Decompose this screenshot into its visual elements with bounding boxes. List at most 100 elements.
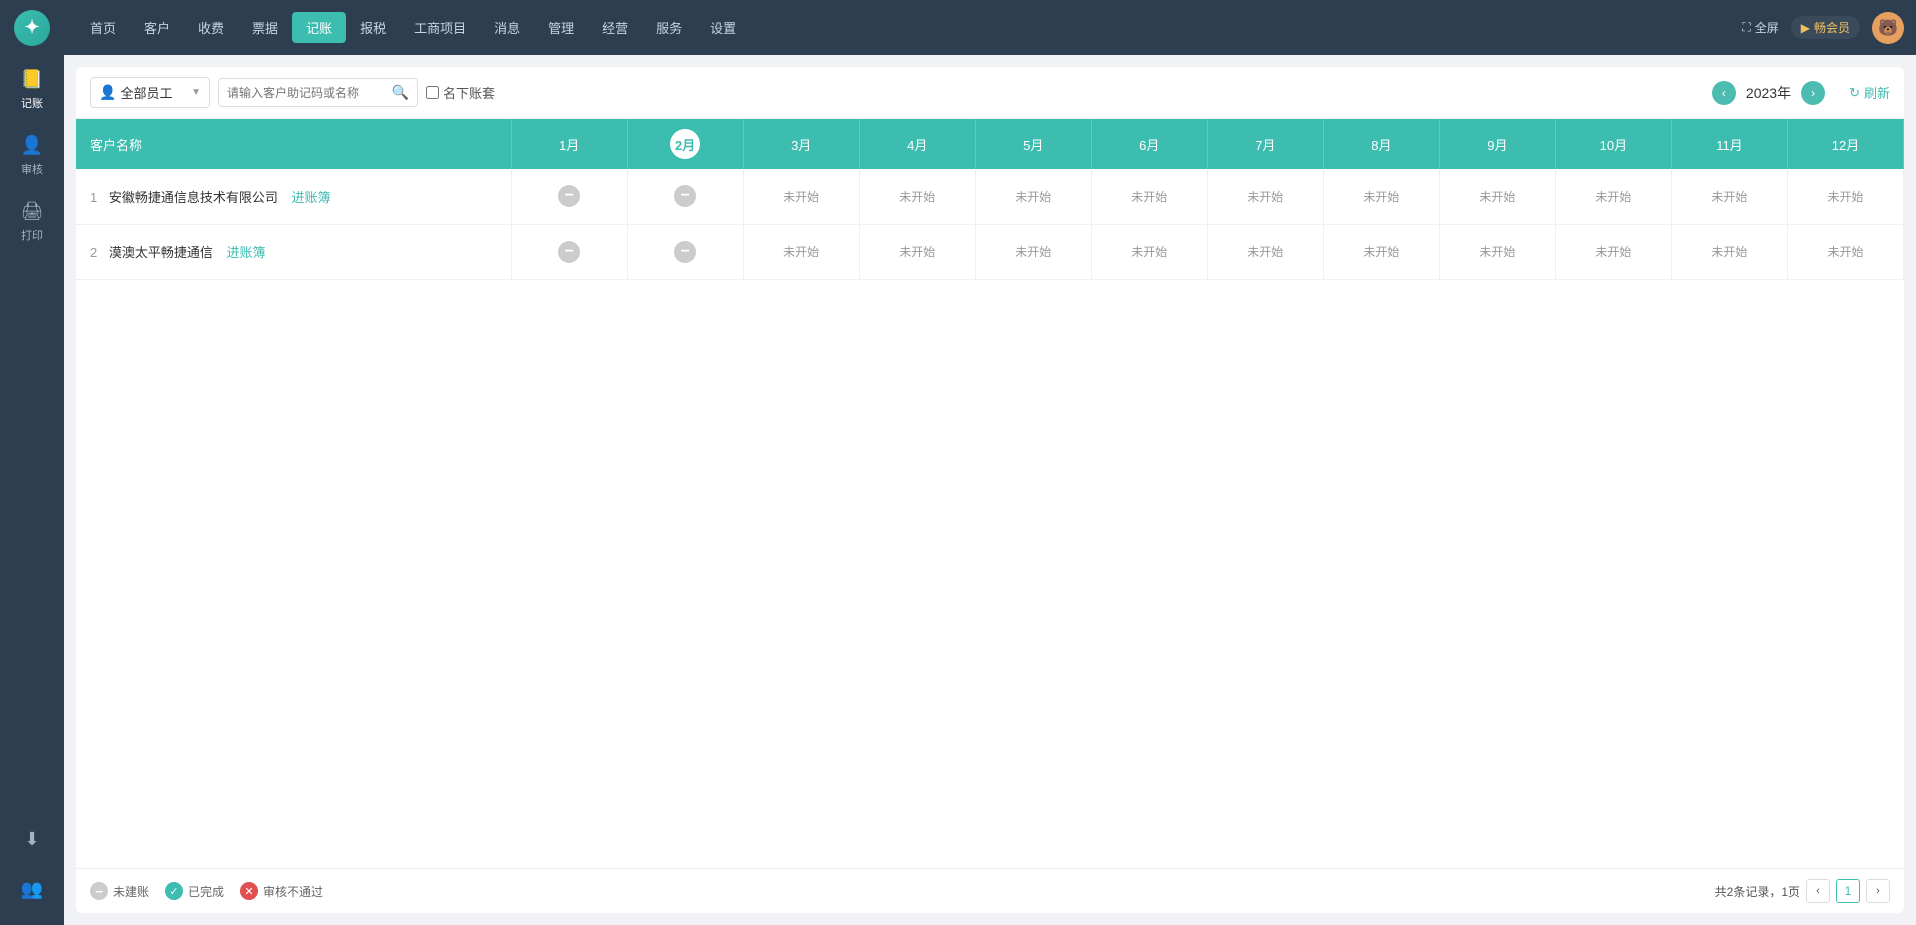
fullscreen-label: 全屏 [1755, 19, 1779, 36]
sidebar-item-audit[interactable]: 👤 审核 [0, 121, 64, 187]
prev-year-button[interactable]: ‹ [1712, 81, 1736, 105]
row1-m9: 未开始 [1439, 169, 1555, 224]
year-display: 2023年 [1746, 83, 1791, 103]
refresh-icon: ↻ [1849, 85, 1860, 101]
my-accounts-label: 名下账套 [443, 83, 495, 102]
status-not-started: 未开始 [783, 190, 819, 204]
nav-manage[interactable]: 管理 [534, 12, 588, 43]
status-dash-icon: − [558, 185, 580, 207]
search-button[interactable]: 🔍 [392, 84, 409, 101]
row2-m12: 未开始 [1787, 224, 1903, 279]
col-month-1: 1月 [511, 119, 627, 169]
topnav-right: ⛶ 全屏 ▶ 畅会员 🐻 [1742, 12, 1904, 44]
legend-not-created: − 未建账 [90, 882, 149, 900]
next-page-button[interactable]: › [1866, 879, 1890, 903]
row1-m2[interactable]: − [627, 169, 743, 224]
row1-customer: 1 安徽畅捷通信息技术有限公司 进账簿 [76, 169, 511, 224]
app-logo: ✦ [0, 0, 64, 55]
legend-not-created-label: 未建账 [113, 883, 149, 900]
refresh-button[interactable]: ↻ 刷新 [1849, 83, 1890, 102]
sidebar-item-print[interactable]: 🖨 打印 [0, 187, 64, 253]
logo-icon: ✦ [14, 10, 50, 46]
search-wrap: 🔍 [218, 78, 418, 107]
employee-filter[interactable]: 👤 全部员工 ▼ [90, 77, 210, 108]
nav-service[interactable]: 服务 [642, 12, 696, 43]
col-month-2: 2月 [627, 119, 743, 169]
col-month-9: 9月 [1439, 119, 1555, 169]
row2-m1[interactable]: − [511, 224, 627, 279]
col-customer-header: 客户名称 [76, 119, 511, 169]
nav-business[interactable]: 工商项目 [400, 12, 480, 43]
legend-dash-icon: − [90, 882, 108, 900]
row1-m7: 未开始 [1207, 169, 1323, 224]
row1-enter-link[interactable]: 进账簿 [292, 190, 331, 205]
row2-m11: 未开始 [1671, 224, 1787, 279]
nav-invoice[interactable]: 票据 [238, 12, 292, 43]
sidebar-bottom: ⬇ 👥 [0, 815, 64, 925]
content-card: 👤 全部员工 ▼ 🔍 名下账套 ‹ 2023年 › [76, 67, 1904, 913]
col-month-7: 7月 [1207, 119, 1323, 169]
sidebar-item-support[interactable]: 👥 [0, 865, 64, 915]
my-accounts-checkbox[interactable] [426, 86, 439, 99]
bookkeeping-icon: 📒 [18, 65, 46, 93]
col-month-4: 4月 [859, 119, 975, 169]
download-icon: ⬇ [18, 825, 46, 853]
support-icon: 👥 [18, 875, 46, 903]
row2-num: 2 [90, 245, 97, 260]
row1-m5: 未开始 [975, 169, 1091, 224]
row1-num: 1 [90, 190, 97, 205]
row1-m10: 未开始 [1555, 169, 1671, 224]
nav-operation[interactable]: 经营 [588, 12, 642, 43]
row2-m7: 未开始 [1207, 224, 1323, 279]
sidebar-item-bookkeeping[interactable]: 📒 记账 [0, 55, 64, 121]
nav-bookkeeping[interactable]: 记账 [292, 12, 346, 43]
nav-home[interactable]: 首页 [76, 12, 130, 43]
row1-m1[interactable]: − [511, 169, 627, 224]
vip-button[interactable]: ▶ 畅会员 [1791, 16, 1860, 39]
legend-check-icon: ✓ [165, 882, 183, 900]
avatar[interactable]: 🐻 [1872, 12, 1904, 44]
table-row: 2 漠澳太平畅捷通信 进账簿 − − 未开始 未开始 未开始 未开始 未开始 未… [76, 224, 1904, 279]
row2-m2[interactable]: − [627, 224, 743, 279]
status-dash-icon: − [674, 241, 696, 263]
nav-message[interactable]: 消息 [480, 12, 534, 43]
nav-collection[interactable]: 收费 [184, 12, 238, 43]
row2-enter-link[interactable]: 进账簿 [227, 245, 266, 260]
next-year-button[interactable]: › [1801, 81, 1825, 105]
row2-company-name: 漠澳太平畅捷通信 [109, 245, 213, 260]
vip-label: 畅会员 [1814, 19, 1850, 36]
row2-customer: 2 漠澳太平畅捷通信 进账簿 [76, 224, 511, 279]
topnav: 首页 客户 收费 票据 记账 报税 工商项目 消息 管理 经营 服务 设置 ⛶ … [64, 0, 1916, 55]
status-dash-icon: − [674, 185, 696, 207]
search-input[interactable] [227, 86, 386, 100]
nav-settings[interactable]: 设置 [696, 12, 750, 43]
year-nav: ‹ 2023年 › [1712, 81, 1825, 105]
fullscreen-button[interactable]: ⛶ 全屏 [1742, 19, 1778, 36]
current-page[interactable]: 1 [1836, 879, 1860, 903]
row2-m10: 未开始 [1555, 224, 1671, 279]
row2-m4: 未开始 [859, 224, 975, 279]
col-month-10: 10月 [1555, 119, 1671, 169]
content: 👤 全部员工 ▼ 🔍 名下账套 ‹ 2023年 › [64, 55, 1916, 925]
prev-page-button[interactable]: ‹ [1806, 879, 1830, 903]
main-area: 首页 客户 收费 票据 记账 报税 工商项目 消息 管理 经营 服务 设置 ⛶ … [64, 0, 1916, 925]
my-accounts-filter[interactable]: 名下账套 [426, 83, 495, 102]
legend-rejected: ✕ 审核不通过 [240, 882, 323, 900]
row1-m11: 未开始 [1671, 169, 1787, 224]
row1-m4: 未开始 [859, 169, 975, 224]
row2-m6: 未开始 [1091, 224, 1207, 279]
sidebar-label-bookkeeping: 记账 [21, 95, 43, 111]
nav-tax[interactable]: 报税 [346, 12, 400, 43]
row1-m6: 未开始 [1091, 169, 1207, 224]
total-records-text: 共2条记录，1页 [1715, 883, 1800, 900]
bookkeeping-table: 客户名称 1月 2月 3月 4月 5月 6月 7月 8月 9月 10月 11月 [76, 119, 1904, 280]
sidebar-item-download[interactable]: ⬇ [0, 815, 64, 865]
print-icon: 🖨 [18, 197, 46, 225]
chevron-down-icon: ▼ [191, 87, 201, 98]
col-month-12: 12月 [1787, 119, 1903, 169]
table-row: 1 安徽畅捷通信息技术有限公司 进账簿 − − 未开始 未开始 未开始 未开始 … [76, 169, 1904, 224]
row1-company-name: 安徽畅捷通信息技术有限公司 [109, 190, 278, 205]
table-wrap: 客户名称 1月 2月 3月 4月 5月 6月 7月 8月 9月 10月 11月 [76, 119, 1904, 868]
sidebar: ✦ 📒 记账 👤 审核 🖨 打印 ⬇ 👥 [0, 0, 64, 925]
nav-customer[interactable]: 客户 [130, 12, 184, 43]
